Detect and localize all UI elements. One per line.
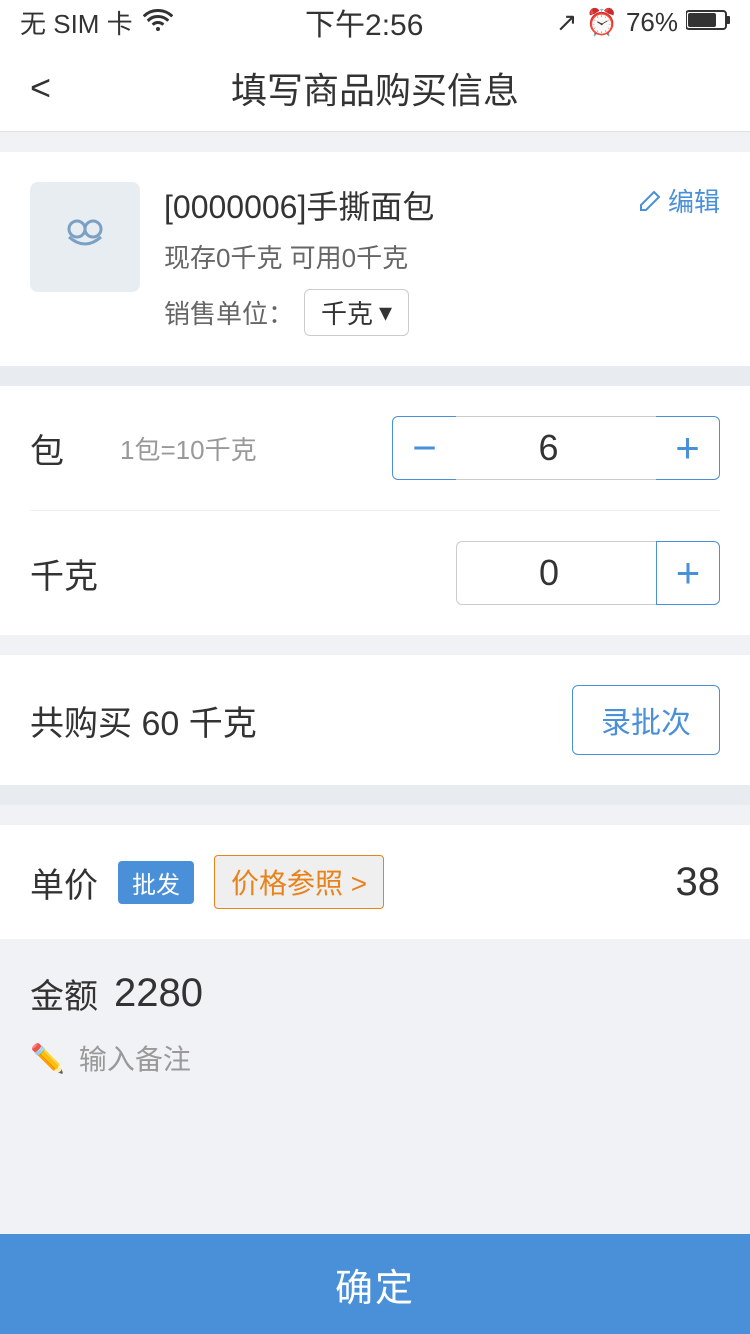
status-time: 下午2:56 [305, 0, 423, 44]
unit-label: 销售单位： [164, 294, 294, 331]
kg-plus-button[interactable]: + [656, 541, 720, 605]
wifi-icon [143, 7, 173, 38]
product-stock: 现存0千克 可用0千克 [164, 238, 614, 275]
note-label: 输入备注 [79, 1038, 191, 1078]
amount-value: 2280 [114, 971, 203, 1016]
amount-section: 金额 2280 ✏️ 输入备注 [0, 939, 750, 1108]
product-unit-row: 销售单位： 千克 ▾ [164, 289, 614, 336]
input-section: 包 1包=10千克 − + 千克 + [0, 386, 750, 635]
price-ref-button[interactable]: 价格参照 > [214, 855, 384, 909]
kg-label: 千克 [30, 549, 110, 598]
alarm-icon: ⏰ [586, 7, 618, 38]
batch-button[interactable]: 录批次 [572, 685, 720, 755]
summary-text: 共购买 60 千克 [30, 696, 257, 745]
summary-section: 共购买 60 千克 录批次 [0, 655, 750, 785]
price-label: 单价 [30, 858, 98, 907]
package-label-wrap: 包 1包=10千克 [30, 424, 257, 473]
package-minus-button[interactable]: − [392, 416, 456, 480]
amount-label: 金额 [30, 969, 98, 1018]
battery-label: 76% [626, 7, 678, 38]
product-info: [0000006]手撕面包 现存0千克 可用0千克 销售单位： 千克 ▾ [164, 182, 614, 336]
package-qty-control: − + [392, 416, 720, 480]
confirm-button-label: 确定 [335, 1257, 415, 1312]
note-row[interactable]: ✏️ 输入备注 [30, 1038, 720, 1098]
status-bar: 无 SIM 卡 下午2:56 ↗ ⏰ 76% [0, 0, 750, 44]
price-section: 单价 批发 价格参照 > 38 [0, 825, 750, 939]
dropdown-arrow-icon: ▾ [379, 297, 392, 328]
back-button[interactable]: < [30, 67, 51, 109]
package-label: 包 [30, 424, 110, 473]
kg-qty-control: + [456, 541, 720, 605]
amount-row: 金额 2280 [30, 969, 720, 1018]
edit-btn-wrap: 编辑 [638, 182, 720, 219]
edit-button[interactable]: 编辑 [638, 182, 720, 219]
kg-row: 千克 + [30, 511, 720, 635]
carrier-label: 无 SIM 卡 [20, 4, 133, 41]
product-name: [0000006]手撕面包 [164, 182, 614, 228]
unit-select[interactable]: 千克 ▾ [304, 289, 409, 336]
section-divider-2 [0, 785, 750, 805]
status-left: 无 SIM 卡 [20, 4, 173, 41]
section-divider-1 [0, 366, 750, 386]
kg-label-wrap: 千克 [30, 549, 110, 598]
pencil-icon: ✏️ [30, 1042, 65, 1075]
price-badge: 批发 [118, 861, 194, 904]
package-qty-input[interactable] [456, 416, 656, 480]
nav-bar: < 填写商品购买信息 [0, 44, 750, 132]
product-thumbnail [30, 182, 140, 292]
package-plus-button[interactable]: + [656, 416, 720, 480]
confirm-button[interactable]: 确定 [0, 1234, 750, 1334]
page-title: 填写商品购买信息 [231, 62, 519, 114]
battery-icon [686, 7, 730, 38]
kg-qty-input[interactable] [456, 541, 656, 605]
price-value: 38 [676, 860, 721, 905]
product-card: [0000006]手撕面包 现存0千克 可用0千克 销售单位： 千克 ▾ 编辑 [0, 152, 750, 366]
status-right: ↗ ⏰ 76% [556, 7, 730, 38]
package-hint: 1包=10千克 [120, 430, 257, 467]
location-icon: ↗ [556, 7, 578, 38]
package-row: 包 1包=10千克 − + [30, 386, 720, 511]
